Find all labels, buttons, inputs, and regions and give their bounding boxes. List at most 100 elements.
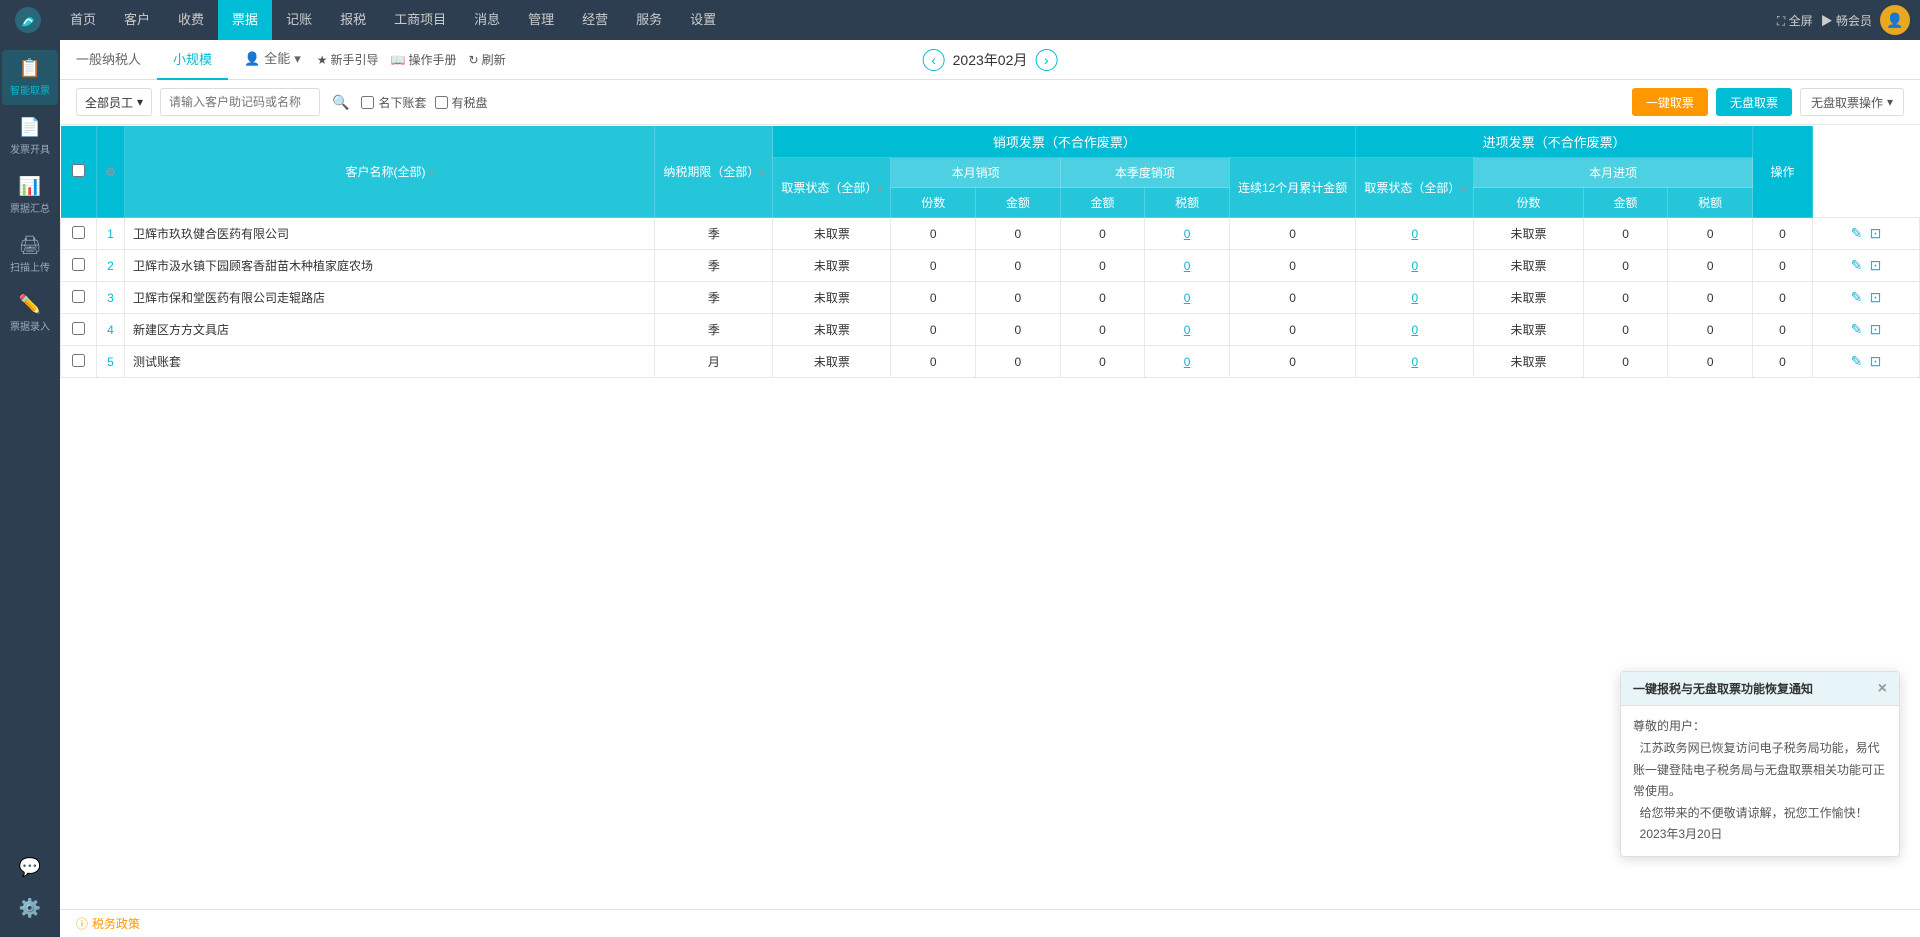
th-purchase-month-tax: 税额 [1668,188,1753,218]
row-edit-btn[interactable]: ✎ [1849,257,1865,274]
row-sales-cumulative[interactable]: 0 [1356,250,1474,282]
sidebar-item-label: 票据录入 [10,318,50,333]
notification-popup: 一键报税与无盘取票功能恢复通知 × 尊敬的用户： 江苏政务网已恢复访问电子税务局… [1620,671,1900,857]
employee-select[interactable]: 全部员工 ▾ [76,88,152,116]
row-sales-cumulative[interactable]: 0 [1356,346,1474,378]
row-edit-btn[interactable]: ✎ [1849,289,1865,306]
nav-settings[interactable]: 设置 [676,0,730,40]
th-sales-month-amount: 金额 [976,188,1061,218]
fullscreen-btn[interactable]: ⛶ 全屏 [1777,12,1813,29]
notification-close-btn[interactable]: × [1878,681,1887,697]
invoice-entry-icon: ✏️ [19,294,41,315]
invoice-open-icon: 📄 [19,117,41,138]
my-accounts-checkbox[interactable] [361,96,374,109]
tax-disk-checkbox-label[interactable]: 有税盘 [435,94,488,111]
row-purchase-status: 未取票 [1474,218,1583,250]
search-button[interactable]: 🔍 [328,94,353,111]
th-purchase-group: 进项发票（不合作废票） [1356,126,1753,158]
row-checkbox[interactable] [72,226,85,239]
row-sales-quarter-amount[interactable]: 0 [1145,346,1230,378]
tab-all[interactable]: 👤 全能 ▾ [228,40,317,80]
tab-general-taxpayer[interactable]: 一般纳税人 [60,40,157,80]
vip-btn[interactable]: ▶ 畅会员 [1821,12,1872,29]
tab-right-actions: ★ 新手引导 📖 操作手册 ↻ 刷新 [317,51,506,68]
top-navigation: 首页 客户 收费 票据 记账 报税 工商项目 消息 管理 经营 服务 设置 ⛶ … [0,0,1920,40]
sidebar-item-config[interactable]: ⚙️ [2,890,58,927]
nav-management[interactable]: 管理 [514,0,568,40]
sidebar-item-invoice-entry[interactable]: ✏️ 票据录入 [2,286,58,341]
row-checkbox[interactable] [72,258,85,271]
new-guide-btn[interactable]: ★ 新手引导 [317,51,379,68]
row-sales-month-amount: 0 [976,346,1061,378]
filter-icon[interactable]: ▾ [429,168,434,179]
row-detail-btn[interactable]: ⊡ [1868,353,1884,370]
nav-items: 首页 客户 收费 票据 记账 报税 工商项目 消息 管理 经营 服务 设置 [56,0,1777,40]
nav-message[interactable]: 消息 [460,0,514,40]
row-customer-name: 测试账套 [125,346,655,378]
row-detail-btn[interactable]: ⊡ [1868,289,1884,306]
nav-fee[interactable]: 收费 [164,0,218,40]
sidebar-item-smart-ticket[interactable]: 📋 智能取票 [2,50,58,105]
filter-icon[interactable]: ▾ [759,168,764,179]
nav-commerce[interactable]: 工商项目 [380,0,460,40]
nav-tax[interactable]: 报税 [326,0,380,40]
settings-icon[interactable]: ⚙ [105,165,116,179]
one-click-ticket-btn[interactable]: 一键取票 [1632,88,1708,116]
nav-business[interactable]: 经营 [568,0,622,40]
nav-customer[interactable]: 客户 [110,0,164,40]
date-prev-btn[interactable]: ‹ [923,49,945,71]
row-edit-btn[interactable]: ✎ [1849,321,1865,338]
my-accounts-checkbox-label[interactable]: 名下账套 [361,94,426,111]
row-checkbox[interactable] [72,322,85,335]
row-checkbox-cell [61,346,97,378]
nav-home[interactable]: 首页 [56,0,110,40]
date-next-btn[interactable]: › [1035,49,1057,71]
row-sales-cumulative[interactable]: 0 [1356,282,1474,314]
nav-bookkeeping[interactable]: 记账 [272,0,326,40]
row-edit-btn[interactable]: ✎ [1849,225,1865,242]
row-checkbox[interactable] [72,354,85,367]
footer-text[interactable]: 税务政策 [92,915,140,932]
refresh-btn[interactable]: ↻ 刷新 [469,51,506,68]
table-body: 1 卫辉市玖玖健合医药有限公司 季 未取票 0 0 0 0 0 0 未取票 0 … [61,218,1920,378]
row-purchase-month-amount: 0 [1668,250,1753,282]
row-checkbox[interactable] [72,290,85,303]
row-purchase-status: 未取票 [1474,314,1583,346]
nav-service[interactable]: 服务 [622,0,676,40]
row-purchase-month-tax: 0 [1753,314,1813,346]
row-detail-btn[interactable]: ⊡ [1868,257,1884,274]
select-all-checkbox[interactable] [72,164,85,177]
app-logo [10,2,46,38]
th-sales-month-shares: 份数 [891,188,976,218]
row-detail-btn[interactable]: ⊡ [1868,321,1884,338]
row-sales-cumulative[interactable]: 0 [1356,218,1474,250]
th-monthly-sales: 本月销项 [891,158,1060,188]
filter-icon[interactable]: ▾ [1460,184,1465,195]
tax-disk-checkbox[interactable] [435,96,448,109]
sidebar-item-invoice-open[interactable]: 📄 发票开具 [2,109,58,164]
tab-small-scale[interactable]: 小规模 [157,40,228,80]
row-purchase-month-amount: 0 [1668,346,1753,378]
filter-icon[interactable]: ▾ [877,184,882,195]
search-input[interactable] [160,88,320,116]
no-disk-ticket-btn[interactable]: 无盘取票 [1716,88,1792,116]
row-sales-quarter-amount[interactable]: 0 [1145,282,1230,314]
sidebar-item-scan-upload[interactable]: 🖨 扫描上传 [2,227,58,282]
sidebar-item-invoice-summary[interactable]: 📊 票据汇总 [2,168,58,223]
row-sales-quarter-amount[interactable]: 0 [1145,314,1230,346]
no-disk-ticket-operation-btn[interactable]: 无盘取票操作 ▾ [1800,88,1904,116]
smart-ticket-icon: 📋 [19,58,41,79]
user-avatar[interactable]: 👤 [1880,5,1910,35]
row-sales-quarter-amount[interactable]: 0 [1145,250,1230,282]
sidebar: 📋 智能取票 📄 发票开具 📊 票据汇总 🖨 扫描上传 ✏️ 票据录入 💬 ⚙️ [0,40,60,937]
sidebar-item-label: 发票开具 [10,141,50,156]
table-row: 4 新建区方方文具店 季 未取票 0 0 0 0 0 0 未取票 0 0 0 ✎… [61,314,1920,346]
row-sales-cumulative[interactable]: 0 [1356,314,1474,346]
sidebar-item-chat[interactable]: 💬 [2,849,58,886]
nav-invoice[interactable]: 票据 [218,0,272,40]
manual-btn[interactable]: 📖 操作手册 [391,51,457,68]
row-detail-btn[interactable]: ⊡ [1868,225,1884,242]
row-edit-btn[interactable]: ✎ [1849,353,1865,370]
tab-left: 一般纳税人 小规模 👤 全能 ▾ [60,40,317,80]
row-sales-quarter-amount[interactable]: 0 [1145,218,1230,250]
